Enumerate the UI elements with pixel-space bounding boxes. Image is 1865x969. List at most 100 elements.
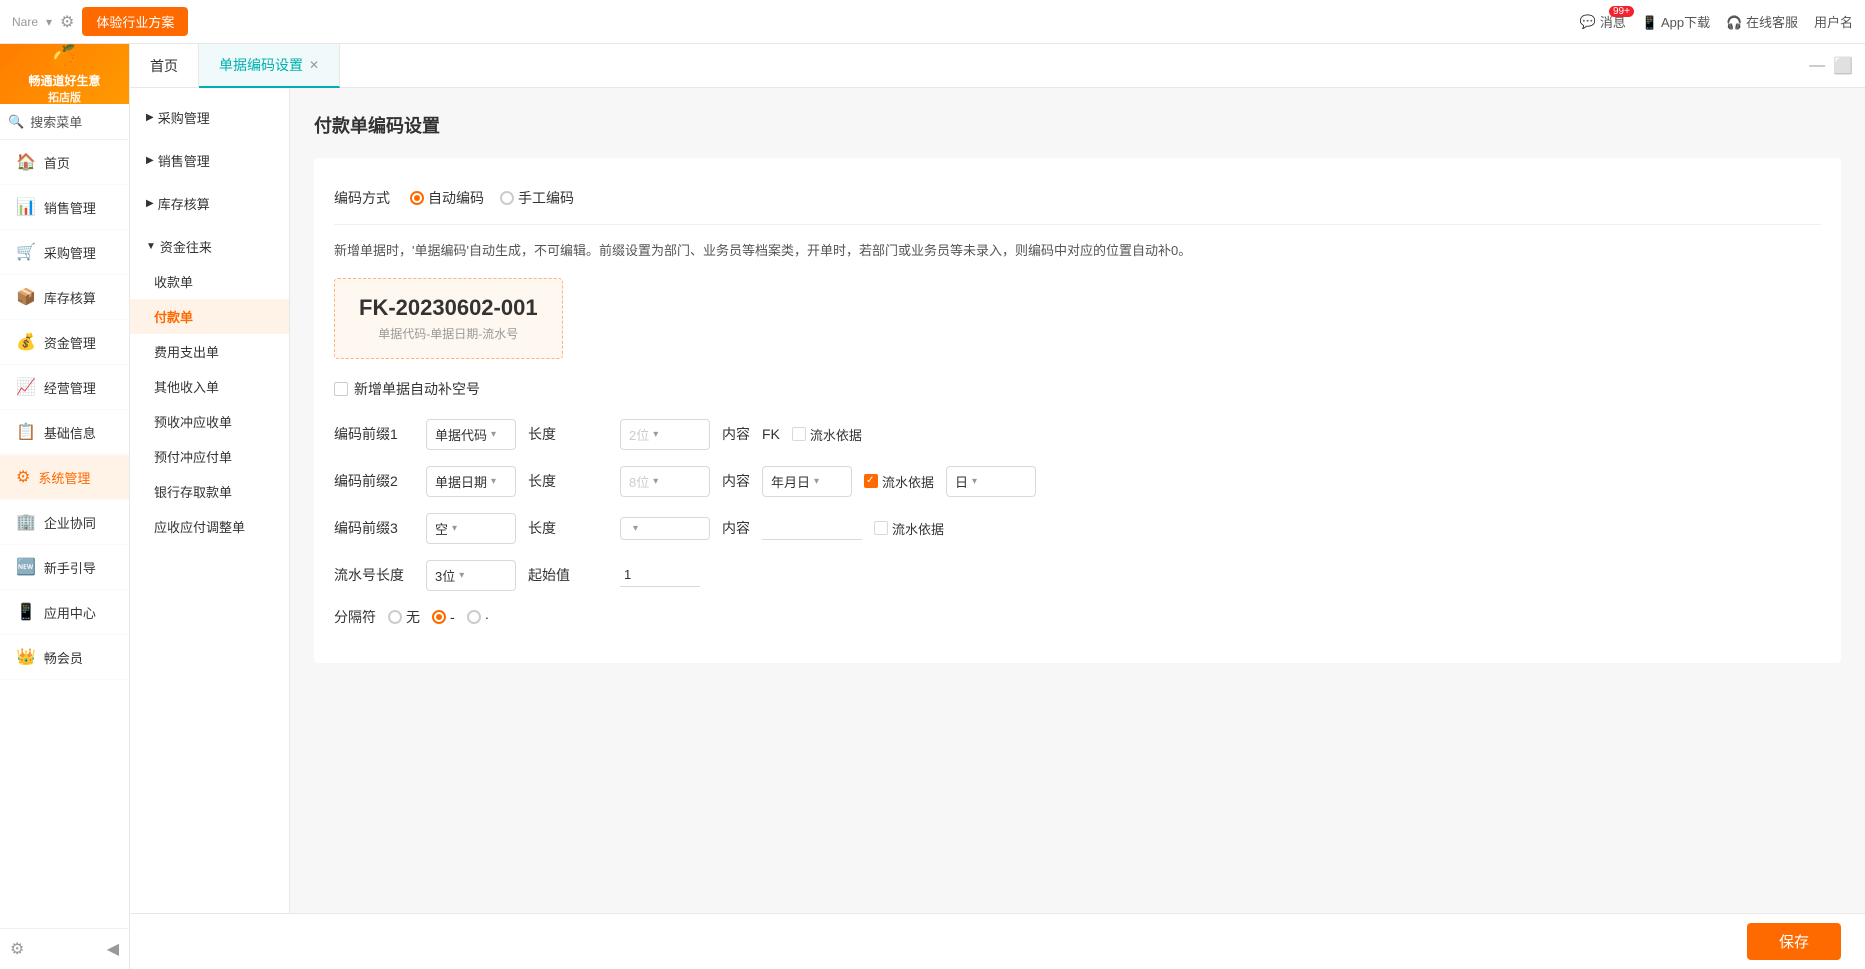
dropdown-arrow-icon[interactable]: ▾ [46,15,52,29]
sidebar-item-label: 应用中心 [44,603,96,622]
guide-icon: 🆕 [16,557,36,577]
sub-nav-group-sales: ▶ 销售管理 [130,139,289,182]
serial-label: 流水号长度 [334,565,414,585]
auto-fill-checkbox[interactable] [334,382,348,396]
prefix2-arrow-icon: ▾ [491,476,496,487]
sidebar-item-home[interactable]: 🏠 首页 [0,140,129,185]
prefix2-content-arrow-icon: ▾ [814,476,819,487]
prefix2-label: 编码前缀2 [334,471,414,491]
sub-nav-expense[interactable]: 费用支出单 [130,334,289,369]
trial-btn[interactable]: 体验行业方案 [82,7,188,36]
prefix2-day[interactable]: 日 ▾ [946,466,1036,497]
sidebar-item-sales[interactable]: 📊 销售管理 [0,185,129,230]
auto-encode-label: 自动编码 [428,188,484,208]
manual-encode-option[interactable]: 手工编码 [500,188,574,208]
sub-nav-capital-label: 资金往来 [160,237,212,256]
tab-close-icon[interactable]: ✕ [309,58,319,72]
sidebar-item-label: 经营管理 [44,378,96,397]
settings-box: 编码方式 自动编码 手工编码 [314,158,1841,663]
encode-method-label: 编码方式 [334,188,390,208]
prefix1-stream-checkbox[interactable] [792,427,806,441]
manual-encode-label: 手工编码 [518,188,574,208]
prefix3-content-input[interactable] [762,516,862,540]
prefix1-length-select[interactable]: 2位 ▾ [620,419,710,450]
sidebar-item-guide[interactable]: 🆕 新手引导 [0,545,129,590]
start-value-input[interactable] [620,563,700,587]
prefix3-stream-check: 流水依据 [874,519,944,538]
sidebar-item-purchase[interactable]: 🛒 采购管理 [0,230,129,275]
tab-minimize-icon[interactable]: — [1809,57,1825,75]
sidebar-item-label: 销售管理 [44,198,96,217]
settings-icon[interactable]: ⚙ [60,12,74,32]
sub-nav-purchase-label: 采购管理 [158,108,210,127]
sidebar-item-enterprise[interactable]: 🏢 企业协同 [0,500,129,545]
app-download-btn[interactable]: 📱 App下载 [1642,12,1710,31]
arrow-icon: ▶ [146,155,154,166]
prefix1-arrow-icon: ▾ [491,429,496,440]
auto-encode-radio[interactable] [410,191,424,205]
save-button[interactable]: 保存 [1747,923,1841,960]
sep-none-radio[interactable] [388,610,402,624]
sep-dot-radio[interactable] [432,610,446,624]
serial-length-value: 3位 [435,566,455,585]
auto-encode-option[interactable]: 自动编码 [410,188,484,208]
sub-nav-receipt[interactable]: 收款单 [130,264,289,299]
prefix2-content-select[interactable]: 年月日 ▾ [762,466,852,497]
prefix3-length-select[interactable]: ▾ [620,517,710,540]
sep-dot-option[interactable]: - [432,609,455,625]
online-service-btn[interactable]: 🎧 在线客服 [1726,12,1798,31]
prefix3-stream-label: 流水依据 [892,519,944,538]
prefix2-select[interactable]: 单据日期 ▾ [426,466,516,497]
sep-dot2-option[interactable]: · [467,609,490,625]
sep-dot2-radio[interactable] [467,610,481,624]
start-value-label: 起始值 [528,565,608,585]
top-bar: Nare ▾ ⚙ 体验行业方案 💬 消息 99+ 📱 App下载 🎧 在线客服 … [0,0,1865,44]
sidebar-item-apps[interactable]: 📱 应用中心 [0,590,129,635]
sidebar-item-label: 库存核算 [44,288,96,307]
bottom-bar: 保存 [130,913,1865,969]
user-menu-btn[interactable]: 用户名 [1814,12,1853,31]
prefix2-stream-checkbox[interactable] [864,474,878,488]
sub-nav-payment[interactable]: 付款单 [130,299,289,334]
sub-nav-other-income[interactable]: 其他收入单 [130,369,289,404]
home-icon: 🏠 [16,152,36,172]
system-icon: ⚙ [16,467,30,487]
prefix1-length-label: 长度 [528,424,608,444]
sub-nav-adjust[interactable]: 应收应付调整单 [130,509,289,544]
sidebar-search[interactable]: 🔍 搜索菜单 [0,104,129,140]
tab-encoding[interactable]: 单据编码设置 ✕ [199,44,340,88]
sub-nav-advance-pay[interactable]: 预付冲应付单 [130,439,289,474]
code-preview-main: FK-20230602-001 [359,295,538,321]
inventory-icon: 📦 [16,287,36,307]
sidebar-settings-icon[interactable]: ⚙ [10,939,24,959]
prefix1-select[interactable]: 单据代码 ▾ [426,419,516,450]
sep-dot-label: - [450,609,455,625]
prefix2-length-select[interactable]: 8位 ▾ [620,466,710,497]
tab-home[interactable]: 首页 [130,44,199,88]
main-layout: 🍊 畅通道好生意 拓店版 🔍 搜索菜单 🏠 首页 📊 销售管理 🛒 采购管理 📦… [0,44,1865,969]
sidebar-item-member[interactable]: 👑 畅会员 [0,635,129,680]
sub-nav-purchase[interactable]: ▶ 采购管理 [130,100,289,135]
sep-none-option[interactable]: 无 [388,607,420,627]
sub-nav-bank-deposit[interactable]: 银行存取款单 [130,474,289,509]
code-preview: FK-20230602-001 单据代码-单据日期-流水号 [334,278,563,359]
sidebar-item-inventory[interactable]: 📦 库存核算 [0,275,129,320]
manual-encode-radio[interactable] [500,191,514,205]
prefix3-select[interactable]: 空 ▾ [426,513,516,544]
sub-nav-sales[interactable]: ▶ 销售管理 [130,143,289,178]
sidebar-item-operation[interactable]: 📈 经营管理 [0,365,129,410]
sidebar-item-system[interactable]: ⚙ 系统管理 [0,455,129,500]
serial-length-select[interactable]: 3位 ▾ [426,560,516,591]
sidebar-collapse-icon[interactable]: ◀ [107,939,119,959]
sub-sidebar: ▶ 采购管理 ▶ 销售管理 ▶ 库存核算 [130,88,290,913]
sidebar-item-basic[interactable]: 📋 基础信息 [0,410,129,455]
message-btn[interactable]: 💬 消息 99+ [1580,12,1626,31]
sub-nav-group-inventory: ▶ 库存核算 [130,182,289,225]
sidebar-item-finance[interactable]: 💰 资金管理 [0,320,129,365]
sub-nav-inventory[interactable]: ▶ 库存核算 [130,186,289,221]
sub-nav-advance-receive[interactable]: 预收冲应收单 [130,404,289,439]
prefix3-stream-checkbox[interactable] [874,521,888,535]
prefix2-row: 编码前缀2 单据日期 ▾ 长度 8位 ▾ 内容 [334,466,1821,497]
tab-maximize-icon[interactable]: ⬜ [1833,56,1853,76]
sub-nav-capital[interactable]: ▼ 资金往来 [130,229,289,264]
